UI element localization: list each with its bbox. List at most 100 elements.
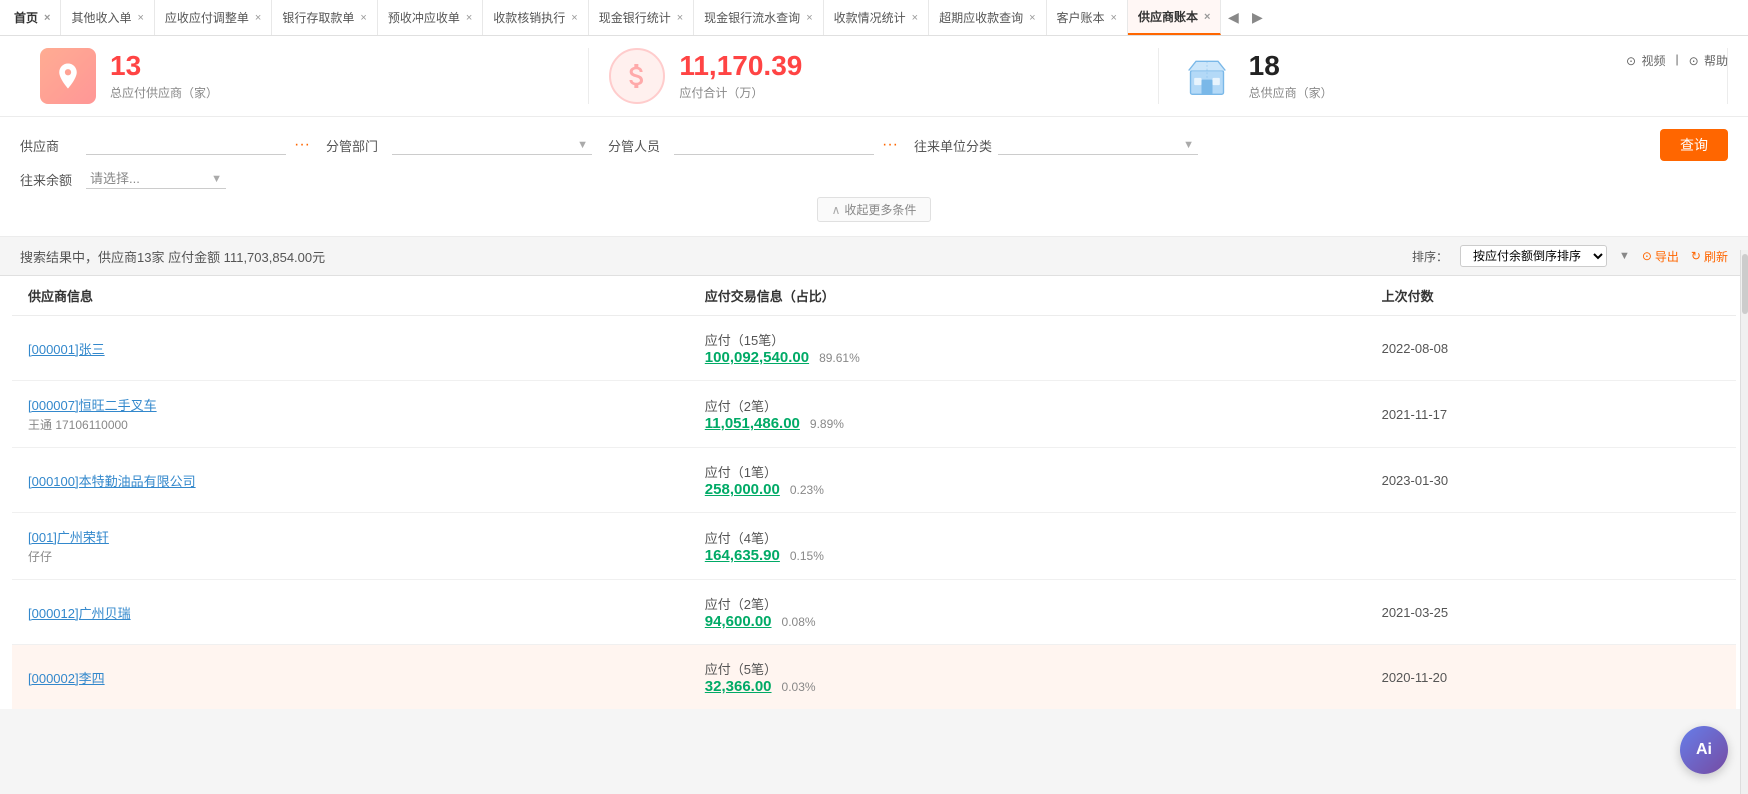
collapse-button[interactable]: ∧ 收起更多条件 xyxy=(817,197,932,222)
person-filter-input[interactable] xyxy=(674,135,874,155)
nav-tab-receipt-verify-label: 收款核销执行 xyxy=(493,9,565,26)
tx-amount-3[interactable]: 258,000.00 xyxy=(705,481,780,498)
supplier-link-1[interactable]: [000001]张三 xyxy=(28,339,705,358)
nav-tab-cash-bank-query[interactable]: 现金银行流水查询 × xyxy=(694,0,823,35)
nav-tab-other-income-close[interactable]: × xyxy=(137,12,143,24)
help-link[interactable]: ⊙ 帮助 xyxy=(1689,52,1728,69)
chevron-down-icon: ▼ xyxy=(1619,250,1630,262)
nav-tab-prepay-ar[interactable]: 预收冲应收单 × xyxy=(378,0,483,35)
supplier-link-6[interactable]: [000002]李四 xyxy=(28,668,705,687)
tx-amount-1[interactable]: 100,092,540.00 xyxy=(705,349,809,366)
summary-ap-suppliers-info: 13 总应付供应商（家） xyxy=(110,51,218,102)
tx-pct-2: 9.89% xyxy=(810,417,844,431)
header-supplier: 供应商信息 xyxy=(28,286,705,305)
refresh-icon: ↻ xyxy=(1691,249,1701,263)
nav-tab-home[interactable]: 首页 × xyxy=(4,0,61,35)
tx-info-3: 应付（1笔） 258,000.00 0.23% xyxy=(705,462,1382,498)
sort-label: 排序： xyxy=(1412,248,1448,265)
nav-tab-receipt-verify-close[interactable]: × xyxy=(571,12,577,24)
category-filter-wrap: ▼ xyxy=(998,135,1198,155)
supplier-info-1: [000001]张三 xyxy=(28,339,705,358)
nav-tab-home-close[interactable]: × xyxy=(44,12,50,24)
refresh-button[interactable]: ↻ 刷新 xyxy=(1691,248,1728,265)
summary-area: 13 总应付供应商（家） 11,170.39 应付合计（万） 18 总 xyxy=(0,36,1748,117)
scroll-thumb[interactable] xyxy=(1742,254,1748,314)
tx-pct-6: 0.03% xyxy=(782,680,816,694)
collapse-label: 收起更多条件 xyxy=(844,201,916,218)
ap-suppliers-label: 总应付供应商（家） xyxy=(110,84,218,101)
tx-info-4: 应付（4笔） 164,635.90 0.15% xyxy=(705,528,1382,564)
person-dots[interactable]: ··· xyxy=(882,136,898,154)
nav-tab-receipt-stat[interactable]: 收款情况统计 × xyxy=(824,0,929,35)
supplier-info-4: [001]广州荣轩 仔仔 xyxy=(28,527,705,565)
supplier-link-5[interactable]: [000012]广州贝瑞 xyxy=(28,603,705,622)
nav-prev-arrow[interactable]: ◀ xyxy=(1221,0,1245,35)
nav-tab-ar-ap-adjust-close[interactable]: × xyxy=(255,12,261,24)
tx-label-5: 应付（2笔） xyxy=(705,594,1382,613)
nav-tab-other-income[interactable]: 其他收入单 × xyxy=(61,0,154,35)
tx-info-1: 应付（15笔） 100,092,540.00 89.61% xyxy=(705,330,1382,366)
last-pay-3: 2023-01-30 xyxy=(1382,473,1720,488)
nav-tab-receipt-verify[interactable]: 收款核销执行 × xyxy=(483,0,588,35)
tx-amount-5[interactable]: 94,600.00 xyxy=(705,613,772,630)
supplier-info-6: [000002]李四 xyxy=(28,668,705,687)
nav-tab-customer-ledger-close[interactable]: × xyxy=(1111,12,1117,24)
supplier-link-2[interactable]: [000007]恒旺二手叉车 xyxy=(28,395,705,414)
tx-label-1: 应付（15笔） xyxy=(705,330,1382,349)
dept-filter-select[interactable] xyxy=(392,135,592,155)
nav-tab-cash-bank-query-label: 现金银行流水查询 xyxy=(704,9,800,26)
nav-tab-overdue-ar-close[interactable]: × xyxy=(1029,12,1035,24)
tx-amount-4[interactable]: 164,635.90 xyxy=(705,547,780,564)
nav-tab-supplier-ledger-close[interactable]: × xyxy=(1204,11,1210,23)
nav-tab-customer-ledger-label: 客户账本 xyxy=(1057,9,1105,26)
nav-tab-receipt-stat-close[interactable]: × xyxy=(912,12,918,24)
tx-info-6: 应付（5笔） 32,366.00 0.03% xyxy=(705,659,1382,695)
collapse-icon: ∧ xyxy=(832,203,841,217)
table-row: [000001]张三 应付（15笔） 100,092,540.00 89.61%… xyxy=(12,316,1736,381)
nav-tab-bank-deposit-close[interactable]: × xyxy=(360,12,366,24)
nav-tab-ar-ap-adjust[interactable]: 应收应付调整单 × xyxy=(155,0,272,35)
tx-pct-3: 0.23% xyxy=(790,483,824,497)
export-button[interactable]: ⊙ 导出 xyxy=(1642,248,1679,265)
nav-tab-bank-deposit[interactable]: 银行存取款单 × xyxy=(272,0,377,35)
balance-filter-wrap: 请选择... ▼ xyxy=(86,169,226,189)
supplier-filter-input[interactable] xyxy=(86,135,286,155)
balance-filter-select[interactable]: 请选择... xyxy=(86,169,226,189)
nav-tab-cash-bank-stat-close[interactable]: × xyxy=(677,12,683,24)
nav-next-arrow[interactable]: ▶ xyxy=(1245,0,1269,35)
result-bar: 搜索结果中，供应商13家 应付金额 111,703,854.00元 排序： 按应… xyxy=(0,237,1748,276)
tx-info-2: 应付（2笔） 11,051,486.00 9.89% xyxy=(705,396,1382,432)
category-filter-select[interactable] xyxy=(998,135,1198,155)
sort-select[interactable]: 按应付余额倒序排序 xyxy=(1460,245,1607,267)
nav-tab-prepay-ar-label: 预收冲应收单 xyxy=(388,9,460,26)
separator: | xyxy=(1675,52,1678,69)
filter-department: 分管部门 ▼ xyxy=(326,135,592,155)
nav-tab-receipt-stat-label: 收款情况统计 xyxy=(834,9,906,26)
nav-tab-cash-bank-query-close[interactable]: × xyxy=(806,12,812,24)
supplier-info-2: [000007]恒旺二手叉车 王通 17106110000 xyxy=(28,395,705,433)
filter-balance: 往来余额 请选择... ▼ xyxy=(20,169,226,189)
nav-tab-cash-bank-stat[interactable]: 现金银行统计 × xyxy=(589,0,694,35)
search-button[interactable]: 查询 xyxy=(1660,129,1728,161)
supplier-dots[interactable]: ··· xyxy=(294,136,310,154)
collapse-area: ∧ 收起更多条件 xyxy=(20,197,1728,222)
supplier-info-5: [000012]广州贝瑞 xyxy=(28,603,705,622)
supplier-link-3[interactable]: [000100]本特勤油品有限公司 xyxy=(28,471,705,490)
ai-assistant-button[interactable]: Ai xyxy=(1680,726,1728,774)
nav-tab-prepay-ar-close[interactable]: × xyxy=(466,12,472,24)
category-filter-label: 往来单位分类 xyxy=(914,136,992,155)
supplier-filter-label: 供应商 xyxy=(20,136,80,155)
nav-tab-overdue-ar[interactable]: 超期应收款查询 × xyxy=(929,0,1046,35)
tx-amount-2[interactable]: 11,051,486.00 xyxy=(705,415,800,432)
help-icon: ⊙ xyxy=(1689,54,1699,68)
total-suppliers-num: 18 xyxy=(1249,51,1333,82)
nav-tab-customer-ledger[interactable]: 客户账本 × xyxy=(1047,0,1128,35)
nav-tab-supplier-ledger[interactable]: 供应商账本 × xyxy=(1128,0,1221,35)
video-link[interactable]: ⊙ 视频 xyxy=(1626,52,1665,69)
tx-amount-6[interactable]: 32,366.00 xyxy=(705,678,772,695)
filter-supplier: 供应商 ··· xyxy=(20,135,310,155)
supplier-link-4[interactable]: [001]广州荣轩 xyxy=(28,527,705,546)
tx-row-5: 94,600.00 0.08% xyxy=(705,613,1382,630)
result-actions: 排序： 按应付余额倒序排序 ▼ ⊙ 导出 ↻ 刷新 xyxy=(1412,245,1728,267)
scrollbar[interactable] xyxy=(1740,250,1748,794)
